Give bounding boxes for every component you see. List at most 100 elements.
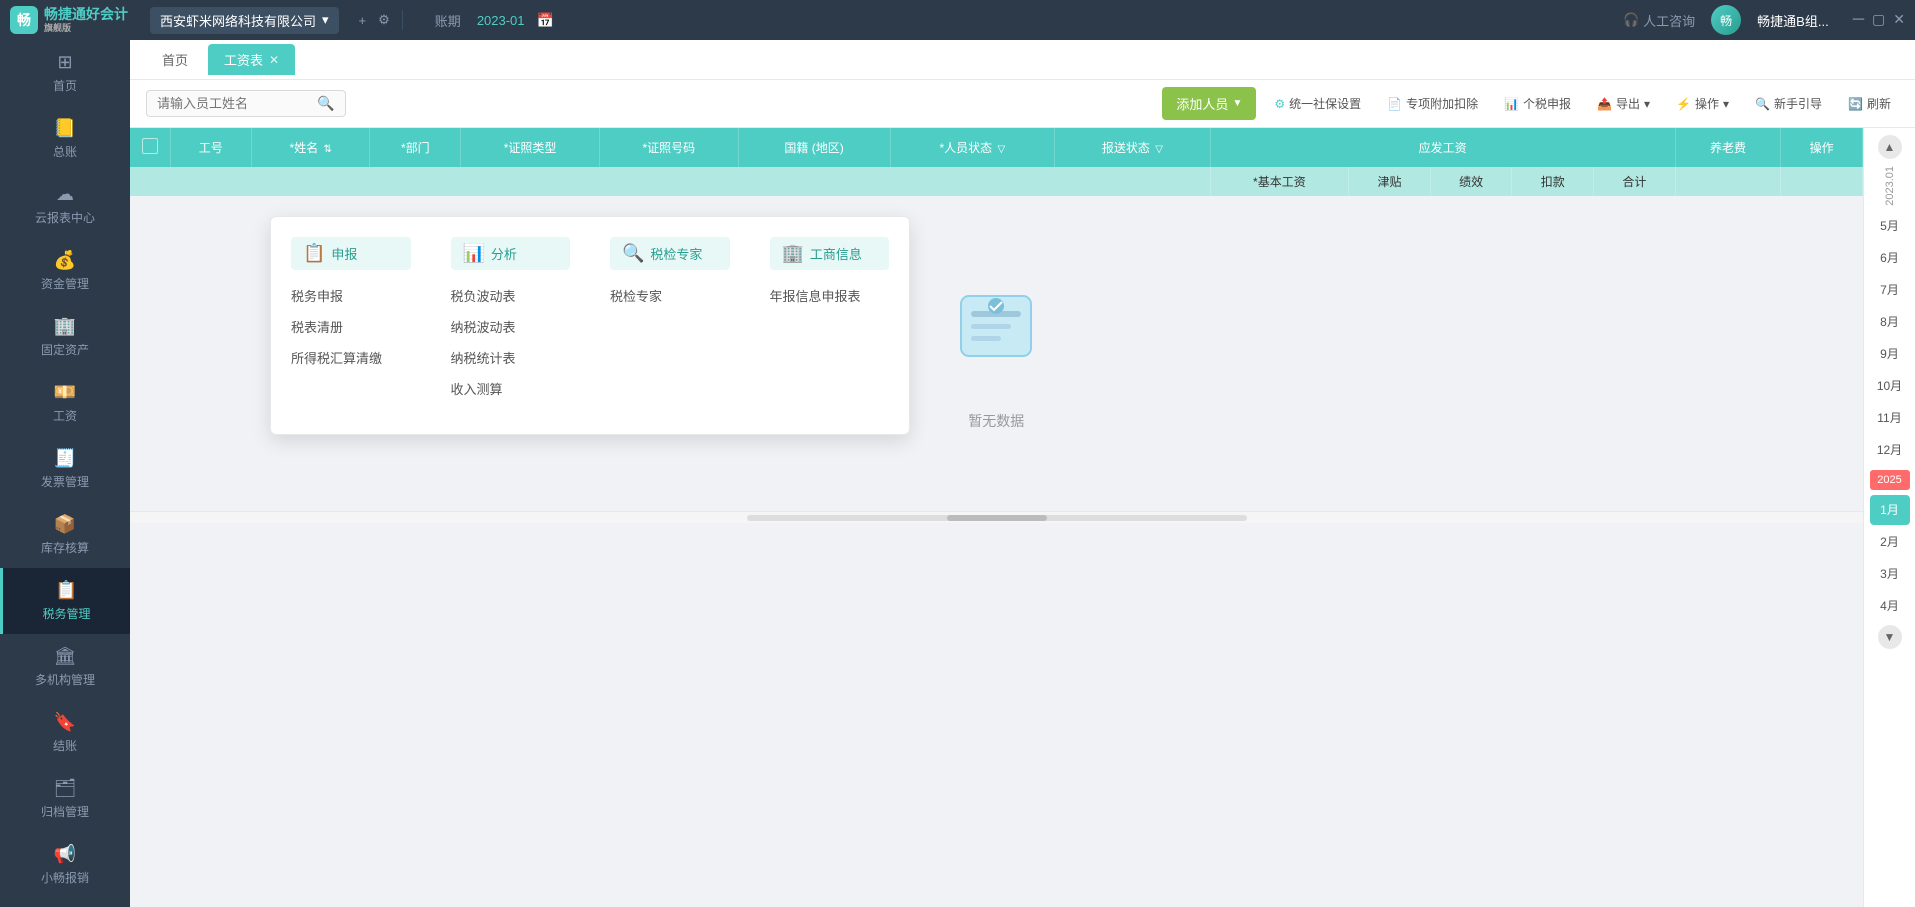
cal-month-2023-10[interactable]: 10月 (1870, 371, 1910, 401)
cal-month-2024-1[interactable]: 1月 (1870, 495, 1910, 525)
search-input[interactable] (157, 96, 317, 111)
cal-month-2023-11[interactable]: 11月 (1870, 403, 1910, 433)
operations-arrow-icon: ▾ (1723, 97, 1729, 111)
sort-name-icon[interactable]: ⇅ (324, 144, 332, 155)
window-maximize-button[interactable]: ▢ (1872, 11, 1885, 29)
th-id-type: *证照类型 (461, 128, 600, 167)
cal-month-2023-12[interactable]: 12月 (1870, 435, 1910, 465)
gear-icon: ⚙ (378, 12, 390, 28)
dropdown-item-tax-report[interactable]: 税务申报 (291, 280, 411, 311)
user-avatar[interactable]: 畅 (1711, 5, 1741, 35)
ledger-icon: 📒 (54, 118, 76, 139)
company-name: 西安虾米网络科技有限公司 (160, 11, 316, 30)
logo-area: 畅 畅捷通好会计 旗舰版 (10, 6, 140, 34)
sidebar-label-home: 首页 (53, 77, 77, 94)
dropdown-item-annual-report[interactable]: 年报信息申报表 (770, 280, 890, 311)
th-name-label: *姓名 (290, 141, 319, 155)
tab-close-icon[interactable]: ✕ (269, 53, 279, 67)
sidebar-item-archive[interactable]: 🗂 归档管理 (0, 766, 130, 832)
refresh-button[interactable]: 🔄 刷新 (1840, 91, 1899, 116)
guide-button[interactable]: 🔍 新手引导 (1747, 91, 1830, 116)
sidebar-item-multi[interactable]: 🏛 多机构管理 (0, 634, 130, 700)
user-name[interactable]: 畅捷通B组... (1757, 11, 1829, 30)
sidebar-item-promo[interactable]: 📢 小畅报销 (0, 832, 130, 898)
add-company-button[interactable]: + (359, 13, 367, 28)
cal-month-2024-3[interactable]: 3月 (1870, 559, 1910, 589)
multi-icon: 🏛 (54, 646, 77, 667)
special-deduction-button[interactable]: 📄 专项附加扣除 (1379, 91, 1486, 116)
sidebar-item-home[interactable]: ⊞ 首页 (0, 40, 130, 106)
dropdown-item-tax-payment-wave[interactable]: 纳税波动表 (451, 311, 571, 342)
settings-button[interactable]: ⚙ (378, 12, 390, 28)
search-icon: 🔍 (317, 95, 334, 112)
cal-month-2023-9[interactable]: 9月 (1870, 339, 1910, 369)
dropdown-item-tax-burden[interactable]: 税负波动表 (451, 280, 571, 311)
sidebar-item-inventory[interactable]: 📦 库存核算 (0, 502, 130, 568)
sidebar-item-fund[interactable]: 💰 资金管理 (0, 238, 130, 304)
dropdown-item-tax-expert[interactable]: 税检专家 (610, 280, 730, 311)
dropdown-header-expert: 🔍 税检专家 (610, 237, 730, 270)
add-person-button[interactable]: 添加人员 ▼ (1162, 87, 1256, 120)
export-button[interactable]: 📤 导出 ▾ (1589, 91, 1658, 116)
assets-icon: 🏢 (54, 316, 76, 337)
cal-month-2023-6[interactable]: 6月 (1870, 243, 1910, 273)
app-logo-text: 畅捷通好会计 旗舰版 (44, 6, 128, 34)
dropdown-item-tax-stats[interactable]: 纳税统计表 (451, 342, 571, 373)
sidebar-item-tax[interactable]: 📋 税务管理 (0, 568, 130, 634)
operations-icon: ⚡ (1676, 97, 1691, 111)
analysis-header-icon: 📊 (463, 243, 485, 264)
select-all-checkbox[interactable] (142, 138, 158, 154)
window-close-button[interactable]: ✕ (1893, 11, 1905, 29)
dropdown-item-income-estimate[interactable]: 收入测算 (451, 373, 571, 404)
dropdown-header-analysis: 📊 分析 (451, 237, 571, 270)
tab-home[interactable]: 首页 (146, 44, 204, 75)
cal-month-2023-8[interactable]: 8月 (1870, 307, 1910, 337)
sidebar-item-cloud[interactable]: ☁ 云报表中心 (0, 172, 130, 238)
empty-state-text: 暂无数据 (968, 411, 1024, 431)
sidebar-item-assets[interactable]: 🏢 固定资产 (0, 304, 130, 370)
special-deduction-icon: 📄 (1387, 97, 1402, 111)
sidebar-label-assets: 固定资产 (41, 341, 89, 358)
sidebar-item-settlement[interactable]: 🔖 结账 (0, 700, 130, 766)
filter-report-status-icon[interactable]: ▽ (1155, 144, 1163, 155)
invoice-icon: 🧾 (54, 448, 76, 469)
app-version: 旗舰版 (44, 23, 128, 34)
period-value[interactable]: 2023-01 (477, 13, 525, 28)
cal-month-2024-2[interactable]: 2月 (1870, 527, 1910, 557)
cal-month-2024-4[interactable]: 4月 (1870, 591, 1910, 621)
period-label: 账期 (435, 11, 461, 30)
promo-icon: 📢 (54, 844, 76, 865)
operations-button[interactable]: ⚡ 操作 ▾ (1668, 91, 1737, 116)
export-label: 导出 (1616, 95, 1640, 112)
calendar-nav-down[interactable]: ▼ (1878, 625, 1902, 649)
dropdown-item-income-tax[interactable]: 所得税汇算清缴 (291, 342, 411, 373)
horizontal-scrollbar[interactable] (130, 511, 1863, 523)
cal-month-2023-5[interactable]: 5月 (1870, 211, 1910, 241)
calendar-nav-up[interactable]: ▲ (1878, 135, 1902, 159)
filter-person-status-icon[interactable]: ▽ (998, 144, 1006, 155)
individual-tax-button[interactable]: 📊 个税申报 (1496, 91, 1579, 116)
individual-tax-icon: 📊 (1504, 97, 1519, 111)
th-checkbox (130, 128, 170, 167)
company-selector[interactable]: 西安虾米网络科技有限公司 ▾ (150, 7, 339, 34)
sidebar-item-ledger[interactable]: 📒 总账 (0, 106, 130, 172)
tab-salary-label: 工资表 (224, 50, 263, 69)
social-insurance-button[interactable]: ⚙ 统一社保设置 (1266, 91, 1369, 116)
tab-salary-table[interactable]: 工资表 ✕ (208, 44, 295, 75)
cal-month-2023-7[interactable]: 7月 (1870, 275, 1910, 305)
sidebar-item-invoice[interactable]: 🧾 发票管理 (0, 436, 130, 502)
scrollbar-thumb[interactable] (947, 515, 1047, 521)
dropdown-item-tax-table[interactable]: 税表清册 (291, 311, 411, 342)
empty-state-icon (946, 276, 1046, 395)
dropdown-col-expert: 🔍 税检专家 税检专家 (590, 227, 750, 414)
sidebar-label-cloud: 云报表中心 (35, 209, 95, 226)
sidebar-item-salary[interactable]: 💴 工资 (0, 370, 130, 436)
calendar-icon[interactable]: 📅 (537, 12, 554, 29)
service-button[interactable]: 🎧 人工咨询 (1623, 11, 1695, 30)
sidebar-label-ledger: 总账 (53, 143, 77, 160)
plus-icon: + (359, 13, 367, 28)
expert-header-icon: 🔍 (622, 243, 644, 264)
window-minimize-button[interactable]: ─ (1853, 11, 1864, 29)
sidebar-item-settings[interactable]: ⚙ 基础设置 (0, 898, 130, 907)
search-input-wrap[interactable]: 🔍 (146, 90, 346, 117)
